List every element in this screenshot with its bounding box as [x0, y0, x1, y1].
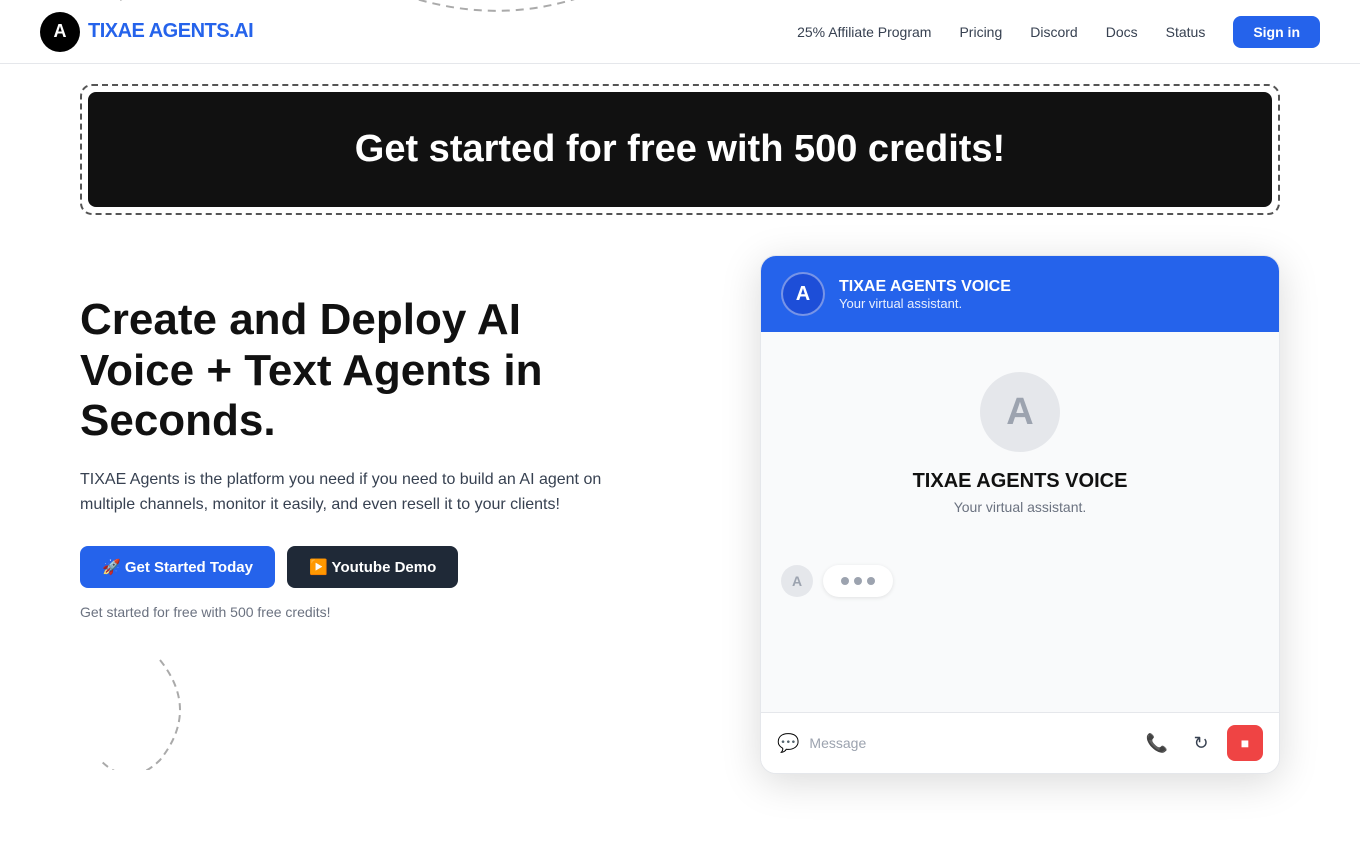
chat-header-name: TIXAE AGENTS VOICE	[839, 278, 1011, 296]
hero-section: Create and Deploy AI Voice + Text Agents…	[80, 255, 640, 775]
chat-agent-name: TIXAE AGENTS VOICE	[913, 470, 1128, 493]
signin-button[interactable]: Sign in	[1233, 16, 1320, 48]
nav-discord[interactable]: Discord	[1030, 24, 1077, 40]
get-started-label: Get Started Today	[125, 559, 253, 576]
youtube-demo-icon: ▶️	[309, 559, 328, 576]
banner-text: Get started for free with 500 credits!	[355, 128, 1005, 171]
typing-dot-3	[867, 577, 875, 585]
chat-widget: A TIXAE AGENTS VOICE Your virtual assist…	[760, 255, 1280, 774]
chat-actions: 📞 ↻ ■	[1139, 725, 1263, 761]
nav-status[interactable]: Status	[1166, 24, 1206, 40]
dashed-curve-decoration	[80, 650, 280, 770]
chat-header-info: TIXAE AGENTS VOICE Your virtual assistan…	[839, 278, 1011, 311]
nav-pricing[interactable]: Pricing	[959, 24, 1002, 40]
navbar: A TIXAE AGENTS.AI 25% Affiliate Program …	[0, 0, 1360, 64]
hero-description: TIXAE Agents is the platform you need if…	[80, 467, 640, 518]
chat-message-input[interactable]	[809, 735, 1129, 751]
get-started-icon: 🚀	[102, 559, 121, 576]
logo-icon: A	[40, 12, 80, 52]
chat-input-bar: 💬 📞 ↻ ■	[761, 712, 1279, 773]
typing-dot-2	[854, 577, 862, 585]
nav-affiliate[interactable]: 25% Affiliate Program	[797, 24, 931, 40]
message-avatar: A	[781, 565, 813, 597]
stop-button[interactable]: ■	[1227, 725, 1263, 761]
free-credits-text: Get started for free with 500 free credi…	[80, 604, 640, 620]
banner: Get started for free with 500 credits!	[88, 92, 1272, 207]
chat-header-avatar: A	[781, 272, 825, 316]
phone-button[interactable]: 📞	[1139, 725, 1175, 761]
get-started-button[interactable]: 🚀 Get Started Today	[80, 546, 275, 588]
typing-indicator	[823, 565, 893, 597]
hero-title: Create and Deploy AI Voice + Text Agents…	[80, 295, 640, 447]
banner-wrapper: Get started for free with 500 credits!	[80, 84, 1280, 215]
chat-body: A TIXAE AGENTS VOICE Your virtual assist…	[761, 332, 1279, 712]
logo-text: TIXAE AGENTS.AI	[88, 20, 253, 43]
youtube-demo-button[interactable]: ▶️ Youtube Demo	[287, 546, 458, 588]
hero-buttons: 🚀 Get Started Today ▶️ Youtube Demo	[80, 546, 640, 588]
chat-widget-container: A TIXAE AGENTS VOICE Your virtual assist…	[760, 255, 1280, 774]
chat-agent-subtitle: Your virtual assistant.	[954, 499, 1087, 515]
main-content: Create and Deploy AI Voice + Text Agents…	[0, 255, 1360, 775]
logo[interactable]: A TIXAE AGENTS.AI	[40, 12, 253, 52]
typing-dot-1	[841, 577, 849, 585]
chat-header: A TIXAE AGENTS VOICE Your virtual assist…	[761, 256, 1279, 332]
message-icon: 💬	[777, 733, 799, 754]
refresh-button[interactable]: ↻	[1183, 725, 1219, 761]
chat-messages: A	[781, 555, 1259, 597]
youtube-demo-label: Youtube Demo	[332, 559, 437, 576]
chat-center-avatar: A	[980, 372, 1060, 452]
chat-header-subtitle: Your virtual assistant.	[839, 296, 1011, 311]
nav-links: 25% Affiliate Program Pricing Discord Do…	[797, 16, 1320, 48]
nav-docs[interactable]: Docs	[1106, 24, 1138, 40]
